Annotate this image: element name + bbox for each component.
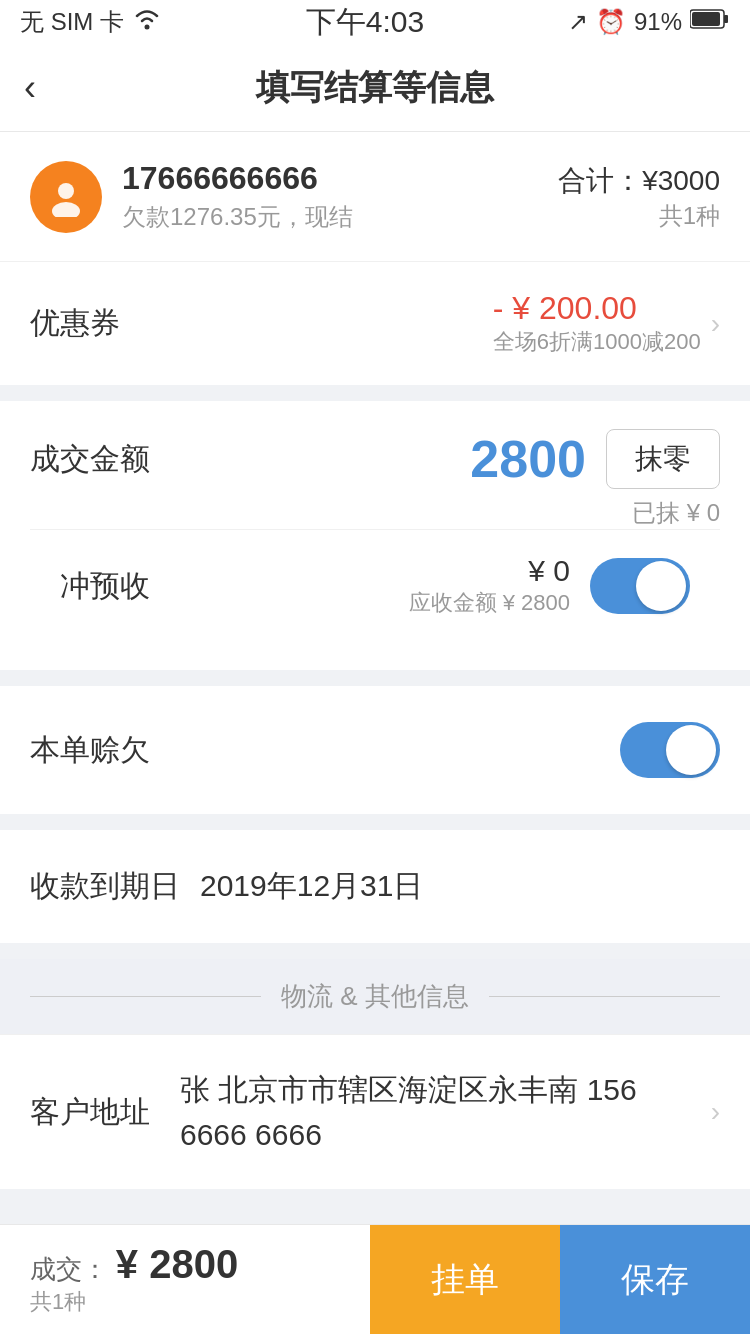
bottom-count: 共1种 — [30, 1287, 340, 1317]
save-button[interactable]: 保存 — [560, 1225, 750, 1335]
address-value: 张 北京市市辖区海淀区永丰南 156 6666 6666 — [180, 1067, 711, 1157]
coupon-discount: - ¥ 200.00 — [493, 290, 701, 327]
bottom-info: 成交： ¥ 2800 共1种 — [0, 1242, 370, 1317]
back-button[interactable]: ‹ — [24, 67, 36, 109]
nav-bar: ‹ 填写结算等信息 — [0, 44, 750, 132]
amount-card: 成交金额 2800 抹零 已抹 ¥ 0 冲预收 ¥ 0 应收金额 ¥ 2800 — [0, 401, 750, 670]
total-amount: ¥3000 — [642, 165, 720, 196]
status-left: 无 SIM 卡 — [20, 6, 162, 38]
customer-phone: 17666666666 — [122, 160, 353, 197]
wifi-icon — [132, 8, 162, 36]
round-button[interactable]: 抹零 — [606, 429, 720, 489]
debt-label: 本单赊欠 — [30, 730, 150, 771]
amount-row: 成交金额 2800 抹零 — [30, 429, 720, 489]
total-count: 共1种 — [558, 200, 720, 232]
deal-amount-label: 成交金额 — [30, 439, 150, 480]
deal-amount-sub: 已抹 ¥ 0 — [30, 497, 720, 529]
divider-line-right — [489, 996, 720, 997]
bottom-amount: ¥ 2800 — [116, 1242, 238, 1286]
customer-total: 合计：¥3000 共1种 — [558, 162, 720, 232]
hang-button[interactable]: 挂单 — [370, 1225, 560, 1335]
svg-rect-2 — [724, 15, 728, 23]
coupon-desc: 全场6折满1000减200 — [493, 327, 701, 357]
svg-point-4 — [58, 183, 74, 199]
address-chevron-icon: › — [711, 1096, 720, 1128]
avatar — [30, 161, 102, 233]
amount-right: 2800 抹零 — [470, 429, 720, 489]
duedate-value: 2019年12月31日 — [200, 866, 423, 907]
coupon-right: - ¥ 200.00 全场6折满1000减200 › — [493, 290, 720, 357]
precharge-sub: 应收金额 ¥ 2800 — [409, 588, 570, 618]
total-label-amount: 合计：¥3000 — [558, 162, 720, 200]
precharge-row: 冲预收 ¥ 0 应收金额 ¥ 2800 — [30, 529, 720, 642]
battery-text: 91% — [634, 8, 682, 36]
deal-amount-value: 2800 — [470, 429, 586, 489]
divider-line-left — [30, 996, 261, 997]
toggle-knob — [636, 561, 686, 611]
svg-point-0 — [145, 25, 150, 30]
debt-card: 本单赊欠 — [0, 686, 750, 814]
duedate-card: 收款到期日 2019年12月31日 — [0, 830, 750, 943]
total-label: 合计： — [558, 165, 642, 196]
coupon-row[interactable]: 优惠券 - ¥ 200.00 全场6折满1000减200 › — [0, 261, 750, 385]
precharge-label: 冲预收 — [60, 566, 150, 607]
status-right: ↗ ⏰ 91% — [568, 8, 730, 36]
customer-subtext: 欠款1276.35元，现结 — [122, 201, 353, 233]
svg-rect-3 — [692, 12, 720, 26]
page-title: 填写结算等信息 — [256, 65, 494, 111]
address-label: 客户地址 — [30, 1092, 150, 1133]
battery-icon — [690, 8, 730, 36]
precharge-right: ¥ 0 应收金额 ¥ 2800 — [409, 554, 690, 618]
customer-row: 17666666666 欠款1276.35元，现结 合计：¥3000 共1种 — [0, 132, 750, 261]
address-row[interactable]: 客户地址 张 北京市市辖区海淀区永丰南 156 6666 6666 › — [0, 1034, 750, 1189]
location-icon: ↗ — [568, 8, 588, 36]
debt-toggle-knob — [666, 725, 716, 775]
debt-toggle[interactable] — [620, 722, 720, 778]
logistics-label: 物流 & 其他信息 — [281, 979, 469, 1014]
logistics-divider: 物流 & 其他信息 — [0, 959, 750, 1034]
alarm-icon: ⏰ — [596, 8, 626, 36]
precharge-amount: ¥ 0 — [409, 554, 570, 588]
customer-card: 17666666666 欠款1276.35元，现结 合计：¥3000 共1种 优… — [0, 132, 750, 385]
chevron-right-icon: › — [711, 308, 720, 340]
svg-point-5 — [52, 202, 80, 217]
duedate-label: 收款到期日 — [30, 866, 180, 907]
bottom-bar: 成交： ¥ 2800 共1种 挂单 保存 — [0, 1224, 750, 1334]
precharge-toggle[interactable] — [590, 558, 690, 614]
customer-info: 17666666666 欠款1276.35元，现结 — [30, 160, 353, 233]
status-time: 下午4:03 — [306, 2, 424, 43]
customer-details: 17666666666 欠款1276.35元，现结 — [122, 160, 353, 233]
status-bar: 无 SIM 卡 下午4:03 ↗ ⏰ 91% — [0, 0, 750, 44]
bottom-deal-label: 成交： — [30, 1254, 108, 1284]
sim-text: 无 SIM 卡 — [20, 6, 124, 38]
coupon-label: 优惠券 — [30, 303, 120, 344]
